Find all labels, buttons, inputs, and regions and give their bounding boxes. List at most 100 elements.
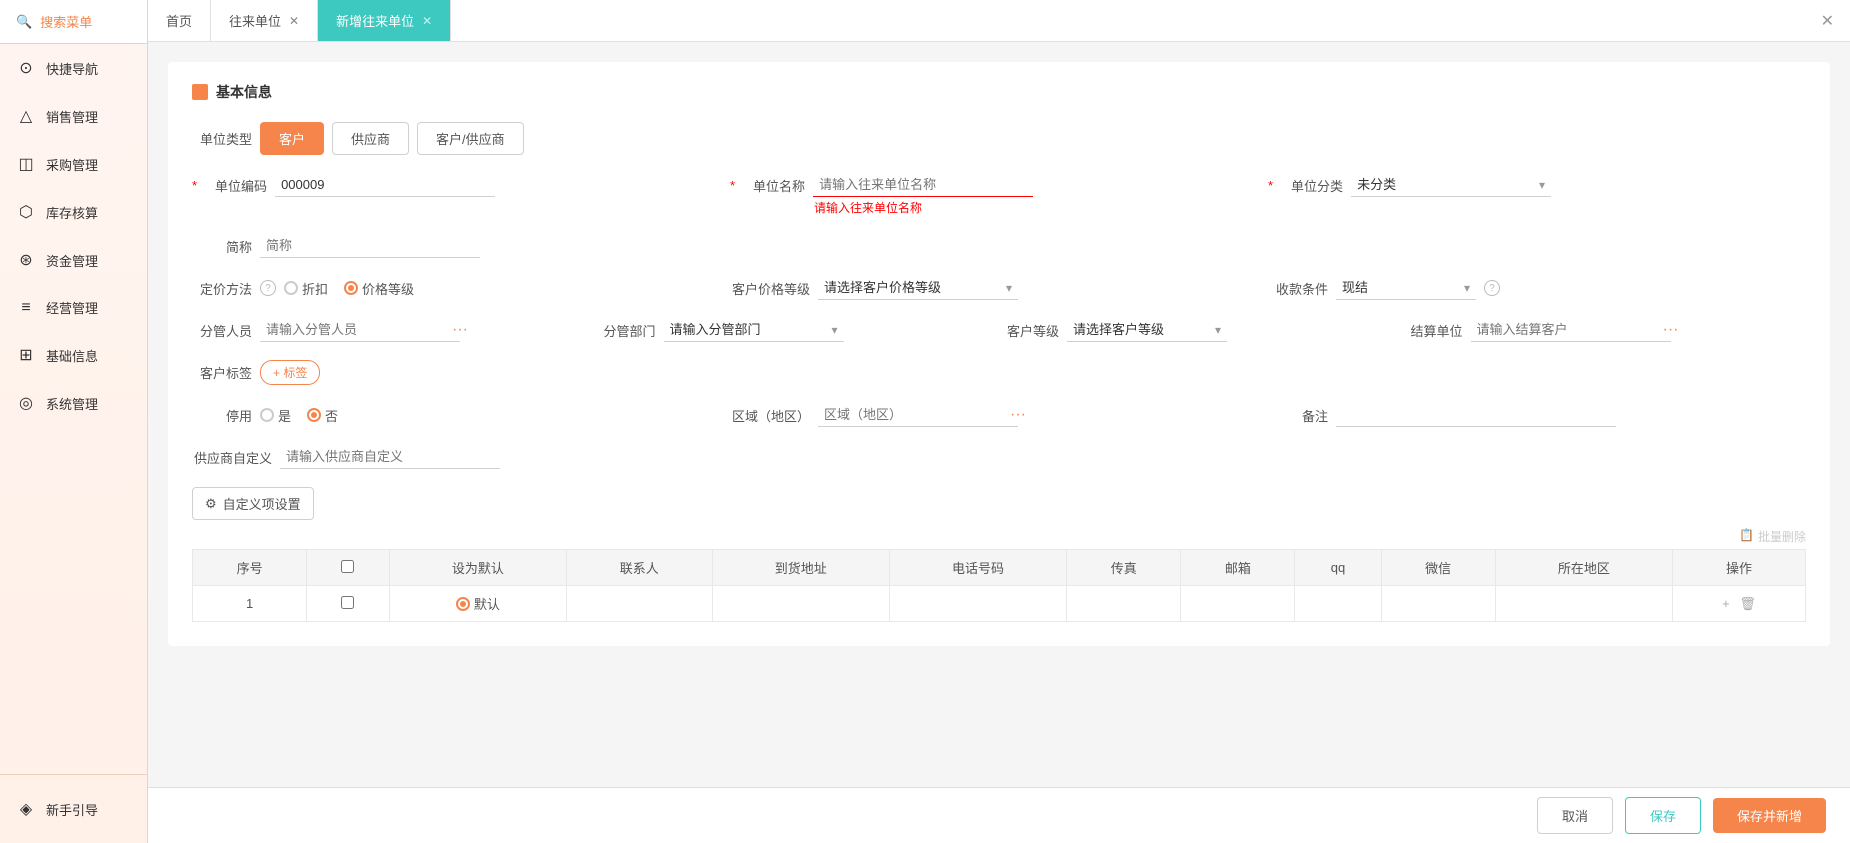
pricing-discount[interactable]: 折扣 bbox=[284, 279, 328, 298]
tab-partners-close[interactable]: ✕ bbox=[289, 14, 299, 28]
type-btn-supplier[interactable]: 供应商 bbox=[332, 122, 409, 155]
region-input[interactable] bbox=[818, 403, 1006, 426]
search-icon: 🔍 bbox=[16, 14, 32, 30]
manager-more-btn[interactable]: ··· bbox=[448, 321, 472, 339]
category-select-wrapper[interactable]: 未分类 bbox=[1351, 173, 1551, 197]
row-checkbox[interactable] bbox=[341, 596, 354, 609]
quick-nav-icon: ⊙ bbox=[16, 58, 36, 78]
row-default-radio[interactable]: 默认 bbox=[400, 594, 556, 613]
supplier-custom-input[interactable] bbox=[280, 445, 500, 469]
contact-table-section: 📋 批量删除 序号 设为默认 联系人 到货地址 电话号码 传真 邮箱 bbox=[192, 528, 1806, 622]
customer-level-wrapper[interactable]: 请选择客户等级 bbox=[1067, 318, 1227, 342]
add-row-btn[interactable]: + bbox=[1722, 596, 1730, 611]
sidebar-item-operations[interactable]: ≡ 经营管理 bbox=[0, 284, 147, 331]
region-more-btn[interactable]: ··· bbox=[1006, 406, 1030, 424]
tab-new-partner-close[interactable]: ✕ bbox=[422, 14, 432, 28]
system-icon: ◎ bbox=[16, 393, 36, 413]
code-input[interactable] bbox=[275, 173, 495, 197]
payment-terms-select[interactable]: 现结 bbox=[1336, 276, 1476, 300]
td-wechat bbox=[1381, 586, 1495, 622]
td-seq: 1 bbox=[193, 586, 307, 622]
select-all-checkbox[interactable] bbox=[341, 560, 354, 573]
pricing-help-icon[interactable]: ? bbox=[260, 280, 276, 296]
unit-type-row: 单位类型 客户 供应商 客户/供应商 bbox=[192, 122, 1806, 155]
sidebar-item-newbie[interactable]: ◈ 新手引导 bbox=[0, 785, 147, 833]
sidebar-item-finance[interactable]: ⊛ 资金管理 bbox=[0, 236, 147, 284]
td-email bbox=[1181, 586, 1295, 622]
customer-price-level-select[interactable]: 请选择客户价格等级 bbox=[818, 276, 1018, 300]
cat-required: * bbox=[1268, 178, 1273, 193]
table-row: 1 默认 bbox=[193, 586, 1806, 622]
short-name-input[interactable] bbox=[260, 234, 480, 258]
sidebar-item-system[interactable]: ◎ 系统管理 bbox=[0, 379, 147, 427]
cancel-button[interactable]: 取消 bbox=[1537, 797, 1613, 834]
payment-terms-help-icon[interactable]: ? bbox=[1484, 280, 1500, 296]
sales-icon: △ bbox=[16, 106, 36, 126]
td-fax bbox=[1067, 586, 1181, 622]
category-group: * 单位分类 未分类 bbox=[1268, 173, 1806, 197]
settlement-label: 结算单位 bbox=[1403, 321, 1463, 340]
th-checkbox bbox=[307, 550, 390, 586]
manager-input[interactable] bbox=[260, 318, 448, 341]
save-new-button[interactable]: 保存并新增 bbox=[1713, 798, 1826, 833]
dept-select[interactable]: 请输入分管部门 bbox=[664, 318, 844, 342]
tab-home-label: 首页 bbox=[166, 11, 192, 30]
tab-new-partner[interactable]: 新增往来单位 ✕ bbox=[318, 0, 451, 41]
operations-icon: ≡ bbox=[16, 299, 36, 317]
disable-yes[interactable]: 是 bbox=[260, 406, 291, 425]
customer-level-select[interactable]: 请选择客户等级 bbox=[1067, 318, 1227, 342]
sidebar-search[interactable]: 🔍 搜索菜单 bbox=[0, 0, 147, 44]
name-label: 单位名称 bbox=[745, 176, 805, 195]
bulk-delete-label[interactable]: 批量删除 bbox=[1758, 528, 1806, 545]
dept-group: 分管部门 请输入分管部门 bbox=[596, 318, 1000, 342]
type-btn-both[interactable]: 客户/供应商 bbox=[417, 122, 524, 155]
disable-radio-group: 是 否 bbox=[260, 406, 338, 425]
tab-bar: 首页 往来单位 ✕ 新增往来单位 ✕ ✕ bbox=[148, 0, 1850, 42]
sidebar-item-purchase[interactable]: ◫ 采购管理 bbox=[0, 140, 147, 188]
sidebar-item-label: 库存核算 bbox=[46, 203, 98, 222]
settlement-more-btn[interactable]: ··· bbox=[1659, 321, 1683, 339]
remark-label: 备注 bbox=[1268, 406, 1328, 425]
category-label: 单位分类 bbox=[1283, 176, 1343, 195]
name-group: * 单位名称 请输入往来单位名称 bbox=[730, 173, 1268, 216]
add-tag-button[interactable]: + 标签 bbox=[260, 360, 320, 385]
disable-no[interactable]: 否 bbox=[307, 406, 338, 425]
sidebar-item-quick-nav[interactable]: ⊙ 快捷导航 bbox=[0, 44, 147, 92]
table-header-row: 序号 设为默认 联系人 到货地址 电话号码 传真 邮箱 qq 微信 所在地区 操… bbox=[193, 550, 1806, 586]
category-select[interactable]: 未分类 bbox=[1351, 173, 1551, 197]
pricing-radio-group: 折扣 价格等级 bbox=[284, 279, 414, 298]
price-level-label: 价格等级 bbox=[362, 279, 414, 298]
sidebar-item-sales[interactable]: △ 销售管理 bbox=[0, 92, 147, 140]
tab-partners[interactable]: 往来单位 ✕ bbox=[211, 0, 318, 41]
pricing-label: 定价方法 bbox=[192, 279, 252, 298]
bottom-bar: 取消 保存 保存并新增 bbox=[148, 787, 1850, 843]
sidebar-item-basic[interactable]: ⊞ 基础信息 bbox=[0, 331, 147, 379]
th-wechat: 微信 bbox=[1381, 550, 1495, 586]
disable-region-row: 停用 是 否 区域（地区） bbox=[192, 403, 1806, 427]
unit-type-group: 单位类型 客户 供应商 客户/供应商 bbox=[192, 122, 524, 155]
unit-type-buttons: 客户 供应商 客户/供应商 bbox=[260, 122, 524, 155]
custom-settings-button[interactable]: ⚙ 自定义项设置 bbox=[192, 487, 314, 520]
basic-icon: ⊞ bbox=[16, 345, 36, 365]
tag-group: 客户标签 + 标签 bbox=[192, 360, 1806, 385]
dept-select-wrapper[interactable]: 请输入分管部门 bbox=[664, 318, 844, 342]
sidebar-item-inventory[interactable]: ⬡ 库存核算 bbox=[0, 188, 147, 236]
customer-price-level-wrapper[interactable]: 请选择客户价格等级 bbox=[818, 276, 1018, 300]
name-input[interactable] bbox=[813, 173, 1033, 197]
code-name-cat-row: * 单位编码 * 单位名称 请输入往来单位名称 * 单位分类 bbox=[192, 173, 1806, 216]
tab-close-all-button[interactable]: ✕ bbox=[1805, 0, 1850, 41]
pricing-price-level[interactable]: 价格等级 bbox=[344, 279, 414, 298]
remark-input[interactable] bbox=[1336, 403, 1616, 427]
dept-label: 分管部门 bbox=[596, 321, 656, 340]
payment-terms-wrapper[interactable]: 现结 bbox=[1336, 276, 1476, 300]
tab-home[interactable]: 首页 bbox=[148, 0, 211, 41]
save-button[interactable]: 保存 bbox=[1625, 797, 1701, 834]
delete-row-btn[interactable]: 🗑 bbox=[1739, 596, 1756, 611]
settlement-input[interactable] bbox=[1471, 318, 1659, 341]
disable-label: 停用 bbox=[192, 406, 252, 425]
disable-no-circle bbox=[307, 408, 321, 422]
type-btn-customer[interactable]: 客户 bbox=[260, 122, 324, 155]
region-label: 区域（地区） bbox=[730, 406, 810, 425]
name-error-msg: 请输入往来单位名称 bbox=[814, 201, 922, 215]
code-label: 单位编码 bbox=[207, 176, 267, 195]
